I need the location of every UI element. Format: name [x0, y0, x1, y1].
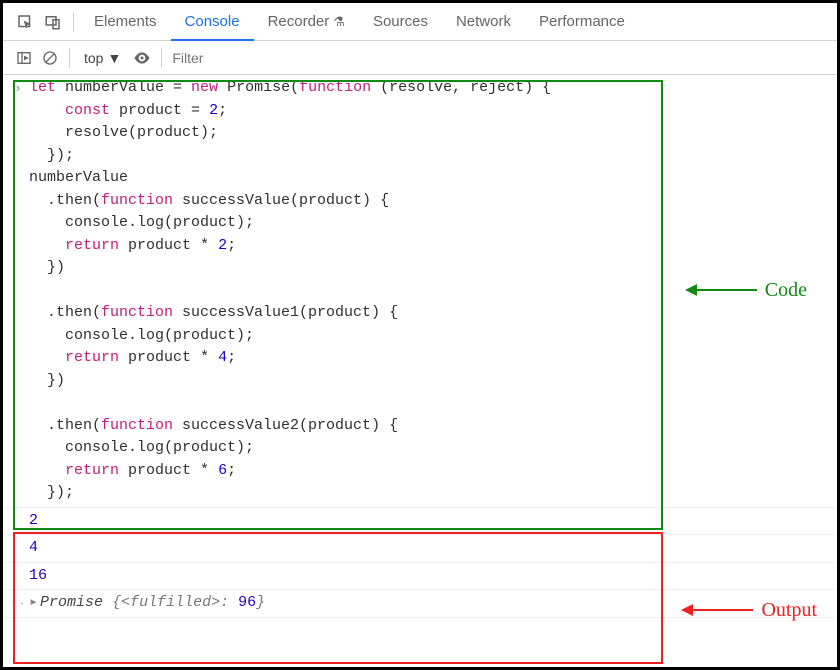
console-log-row: 2: [3, 508, 837, 536]
device-toggle-icon[interactable]: [39, 8, 67, 36]
console-toolbar: top ▼: [3, 41, 837, 75]
separator: [69, 48, 70, 68]
tab-console[interactable]: Console: [171, 3, 254, 41]
console-body: › let numberValue = new Promise(function…: [3, 75, 837, 618]
console-log-row: 4: [3, 535, 837, 563]
separator: [73, 12, 74, 32]
output-annotation: Output: [683, 595, 817, 625]
clear-console-icon[interactable]: [37, 45, 63, 71]
result-chevron-icon: ‹·: [7, 592, 29, 615]
tab-recorder[interactable]: Recorder⚗: [254, 3, 359, 41]
devtools-tabs: Elements Console Recorder⚗ Sources Netwo…: [3, 3, 837, 41]
chevron-down-icon: ▼: [107, 50, 121, 66]
code-annotation: Code: [687, 275, 807, 305]
console-log-row: 16: [3, 563, 837, 591]
tab-network[interactable]: Network: [442, 3, 525, 41]
tab-elements[interactable]: Elements: [80, 3, 171, 41]
sidebar-toggle-icon[interactable]: [11, 45, 37, 71]
prompt-chevron-icon: ›: [7, 77, 29, 505]
filter-input[interactable]: [168, 46, 829, 70]
live-expression-icon[interactable]: [129, 45, 155, 71]
separator: [161, 48, 162, 68]
flask-icon: ⚗: [333, 14, 345, 30]
tab-performance[interactable]: Performance: [525, 3, 639, 41]
execution-context[interactable]: top ▼: [76, 50, 129, 66]
expand-icon[interactable]: ▸: [29, 592, 38, 615]
tab-sources[interactable]: Sources: [359, 3, 442, 41]
code-content: let numberValue = new Promise(function (…: [29, 77, 551, 505]
inspect-icon[interactable]: [11, 8, 39, 36]
